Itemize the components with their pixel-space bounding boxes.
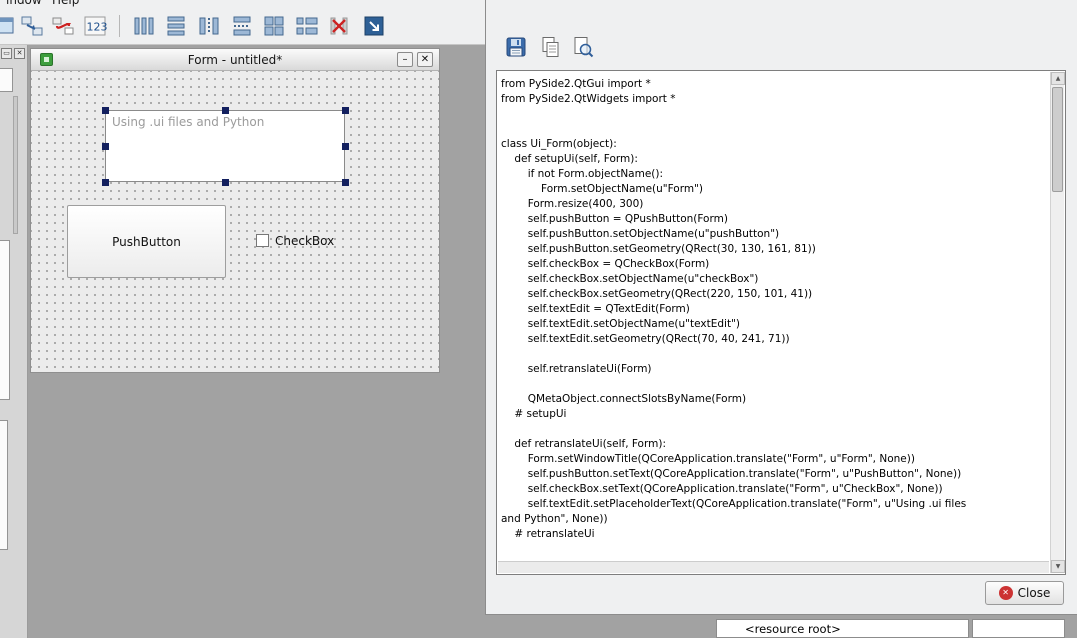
save-button[interactable]	[503, 34, 529, 60]
adjust-size-icon	[362, 14, 386, 38]
selection-handle-sw[interactable]	[102, 179, 109, 186]
layout-vertical-splitter-button[interactable]	[229, 13, 255, 39]
selection-handle-e[interactable]	[342, 143, 349, 150]
selection-handle-n[interactable]	[222, 107, 229, 114]
layout-horizontal-splitter-icon	[197, 14, 221, 38]
edit-tab-order-button[interactable]: 123	[82, 13, 108, 39]
qt-designer-screen: indow Help	[0, 0, 1077, 638]
close-button[interactable]: ✕	[417, 52, 433, 67]
form-window-titlebar[interactable]: Form - untitled* – ✕	[31, 49, 439, 71]
layout-vertical-splitter-icon	[230, 14, 254, 38]
form-window-icon	[40, 53, 53, 66]
textedit-placeholder: Using .ui files and Python	[112, 115, 264, 129]
edit-buddies-button[interactable]	[50, 13, 76, 39]
copy-icon	[539, 35, 563, 59]
resource-browser-side-panel	[972, 619, 1065, 638]
edit-widgets-button[interactable]	[0, 13, 18, 39]
form-window-title: Form - untitled*	[31, 53, 439, 67]
scroll-down-icon[interactable]: ▼	[1051, 560, 1065, 573]
layout-grid-icon	[262, 14, 286, 38]
layout-form-button[interactable]	[294, 13, 320, 39]
layout-vertically-icon	[164, 14, 188, 38]
save-icon	[504, 35, 528, 59]
edit-widgets-icon	[0, 14, 17, 38]
scroll-up-icon[interactable]: ▲	[1051, 72, 1065, 85]
menu-window[interactable]: indow	[6, 0, 42, 7]
dock-field-partial	[0, 68, 13, 92]
layout-horizontal-splitter-button[interactable]	[196, 13, 222, 39]
selection-handle-ne[interactable]	[342, 107, 349, 114]
dock-float-button[interactable]: ▭	[1, 48, 12, 59]
checkbox-widget[interactable]: CheckBox	[256, 233, 334, 248]
selection-handle-s[interactable]	[222, 179, 229, 186]
vertical-scrollbar[interactable]: ▲ ▼	[1050, 72, 1064, 573]
code-text[interactable]: from PySide2.QtGui import * from PySide2…	[501, 77, 1047, 559]
form-canvas[interactable]: Using .ui files and Python PushButton Ch…	[31, 71, 439, 372]
resource-root-item[interactable]: <resource root>	[745, 622, 841, 636]
resource-browser-panel: <resource root>	[716, 619, 969, 638]
find-icon	[571, 35, 595, 59]
pushbutton-widget[interactable]: PushButton	[67, 205, 226, 278]
horizontal-scrollbar[interactable]	[498, 561, 1049, 573]
adjust-size-button[interactable]	[361, 13, 387, 39]
selection-handle-w[interactable]	[102, 143, 109, 150]
checkbox-label: CheckBox	[275, 234, 334, 248]
dock-panel-partial-2	[0, 420, 8, 550]
selection-handle-se[interactable]	[342, 179, 349, 186]
left-dock-strip: ▭ ✕	[0, 45, 28, 638]
code-view[interactable]: from PySide2.QtGui import * from PySide2…	[496, 70, 1066, 575]
layout-grid-button[interactable]	[261, 13, 287, 39]
code-preview-dialog: from PySide2.QtGui import * from PySide2…	[485, 0, 1077, 615]
close-dialog-label: Close	[1018, 586, 1051, 600]
copy-button[interactable]	[538, 34, 564, 60]
scrollbar-thumb[interactable]	[1052, 87, 1063, 192]
dock-close-button[interactable]: ✕	[14, 48, 25, 59]
form-editor-window: Form - untitled* – ✕ Using .ui files and…	[30, 48, 440, 373]
edit-buddies-icon	[51, 14, 75, 38]
edit-signals-slots-button[interactable]	[19, 13, 45, 39]
checkbox-box[interactable]	[256, 234, 269, 247]
dock-panel-partial	[0, 240, 10, 400]
menu-help[interactable]: Help	[52, 0, 79, 7]
close-x-icon: ✕	[999, 586, 1013, 600]
layout-form-icon	[295, 14, 319, 38]
layout-horizontally-icon	[132, 14, 156, 38]
break-layout-button[interactable]	[326, 13, 352, 39]
toolbar-separator	[119, 15, 120, 37]
minimize-button[interactable]: –	[397, 52, 413, 67]
svg-text:123: 123	[87, 21, 108, 34]
edit-tab-order-icon: 123	[83, 14, 107, 38]
close-dialog-button[interactable]: ✕ Close	[985, 581, 1064, 605]
edit-signals-slots-icon	[20, 14, 44, 38]
textedit-widget[interactable]: Using .ui files and Python	[105, 110, 345, 182]
layout-horizontally-button[interactable]	[131, 13, 157, 39]
dock-scrollbar[interactable]	[13, 96, 18, 234]
break-layout-icon	[327, 14, 351, 38]
find-button[interactable]	[570, 34, 596, 60]
layout-vertically-button[interactable]	[163, 13, 189, 39]
selection-handle-nw[interactable]	[102, 107, 109, 114]
